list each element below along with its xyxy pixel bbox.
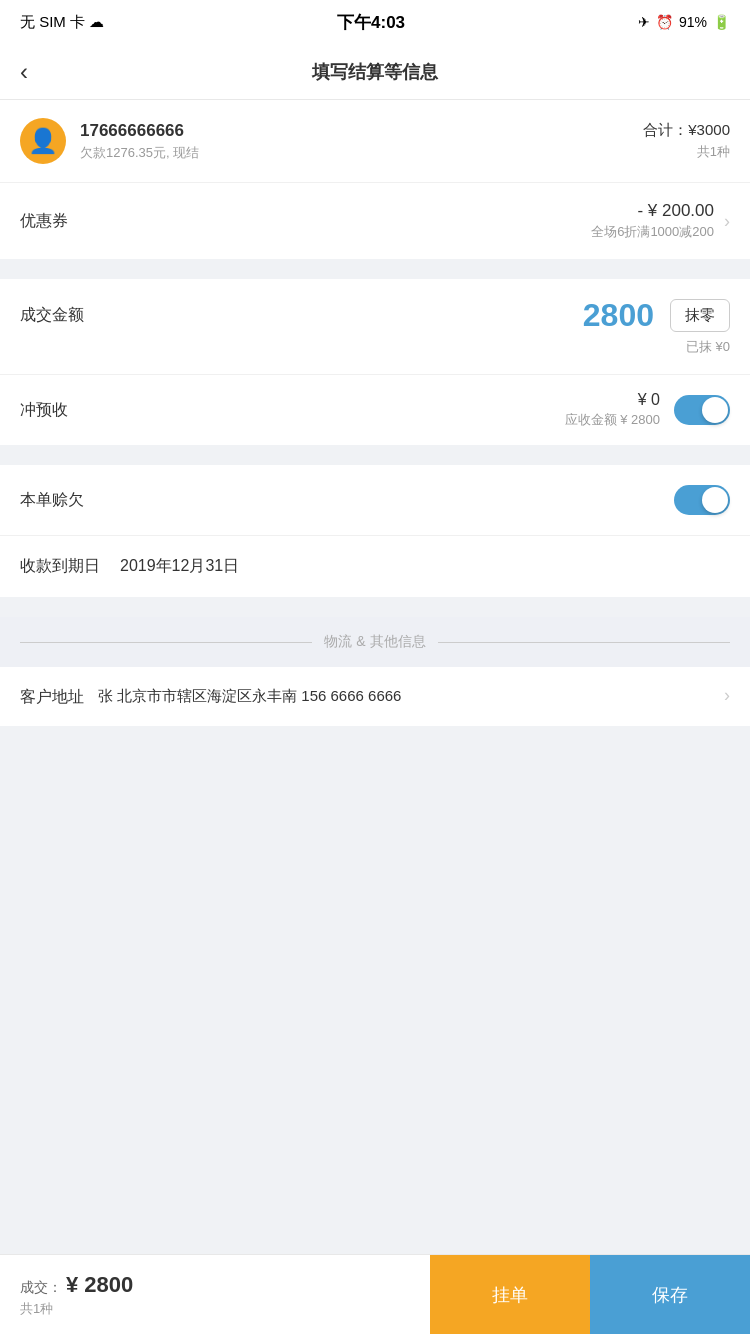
coupon-right: - ¥ 200.00 全场6折满1000减200 › bbox=[591, 201, 730, 241]
prepay-right: ¥ 0 应收金额 ¥ 2800 bbox=[565, 391, 730, 429]
battery-label: 91% bbox=[679, 14, 707, 30]
status-right: ✈ ⏰ 91% 🔋 bbox=[638, 14, 730, 30]
nav-bar: ‹ 填写结算等信息 bbox=[0, 44, 750, 100]
bottom-summary: 成交： ¥ 2800 共1种 bbox=[0, 1255, 430, 1334]
status-time: 下午4:03 bbox=[337, 11, 405, 34]
due-date-label: 收款到期日 bbox=[20, 556, 100, 577]
location-icon: ✈ bbox=[638, 14, 650, 30]
defer-section: 本单赊欠 bbox=[0, 465, 750, 535]
amount-erased: 已抹 ¥0 bbox=[20, 338, 730, 356]
battery-icon: 🔋 bbox=[713, 14, 730, 30]
sim-label: 无 SIM 卡 ☁ bbox=[20, 13, 104, 32]
amount-card: 成交金额 2800 抹零 已抹 ¥0 冲预收 ¥ 0 应收金额 ¥ 2800 bbox=[0, 279, 750, 445]
defer-card: 本单赊欠 收款到期日 2019年12月31日 bbox=[0, 465, 750, 597]
defer-label: 本单赊欠 bbox=[20, 490, 84, 511]
gap-3 bbox=[0, 607, 750, 617]
page-title: 填写结算等信息 bbox=[312, 60, 438, 84]
due-date-value: 2019年12月31日 bbox=[120, 556, 239, 577]
coupon-sub: 全场6折满1000减200 bbox=[591, 223, 714, 241]
amount-right: 2800 抹零 bbox=[583, 297, 730, 334]
coupon-label: 优惠券 bbox=[20, 211, 68, 232]
gray-spacer bbox=[0, 726, 750, 926]
due-row: 收款到期日 2019年12月31日 bbox=[20, 556, 730, 577]
prepay-sub: 应收金额 ¥ 2800 bbox=[565, 411, 660, 429]
defer-toggle[interactable] bbox=[674, 485, 730, 515]
prepay-toggle[interactable] bbox=[674, 395, 730, 425]
customer-row: 👤 17666666666 欠款1276.35元, 现结 合计：¥3000 共1… bbox=[0, 100, 750, 182]
customer-card: 👤 17666666666 欠款1276.35元, 现结 合计：¥3000 共1… bbox=[0, 100, 750, 259]
gap-1 bbox=[0, 269, 750, 279]
logistics-line-right bbox=[438, 642, 730, 643]
status-left: 无 SIM 卡 ☁ bbox=[20, 13, 104, 32]
address-label: 客户地址 bbox=[20, 687, 84, 708]
amount-label: 成交金额 bbox=[20, 305, 84, 326]
prepay-section: 冲预收 ¥ 0 应收金额 ¥ 2800 bbox=[0, 374, 750, 445]
customer-info: 17666666666 欠款1276.35元, 现结 bbox=[80, 121, 199, 162]
logistics-label: 物流 & 其他信息 bbox=[324, 633, 425, 651]
prepay-label: 冲预收 bbox=[20, 400, 68, 421]
back-button[interactable]: ‹ bbox=[20, 58, 28, 86]
bottom-bar: 成交： ¥ 2800 共1种 挂单 保存 bbox=[0, 1254, 750, 1334]
due-section: 收款到期日 2019年12月31日 bbox=[0, 535, 750, 597]
bottom-deal-label: 成交： ¥ 2800 bbox=[20, 1272, 410, 1298]
customer-left: 👤 17666666666 欠款1276.35元, 现结 bbox=[20, 118, 199, 164]
total-label: 合计：¥3000 bbox=[643, 121, 730, 140]
gap-2 bbox=[0, 455, 750, 465]
coupon-row[interactable]: 优惠券 - ¥ 200.00 全场6折满1000减200 › bbox=[0, 182, 750, 259]
avatar: 👤 bbox=[20, 118, 66, 164]
prepay-value-group: ¥ 0 应收金额 ¥ 2800 bbox=[565, 391, 660, 429]
bottom-padding bbox=[0, 926, 750, 1006]
customer-right: 合计：¥3000 共1种 bbox=[643, 121, 730, 161]
coupon-value: - ¥ 200.00 bbox=[591, 201, 714, 221]
status-bar: 无 SIM 卡 ☁ 下午4:03 ✈ ⏰ 91% 🔋 bbox=[0, 0, 750, 44]
avatar-icon: 👤 bbox=[28, 127, 58, 155]
save-button[interactable]: 保存 bbox=[590, 1255, 750, 1334]
count-label: 共1种 bbox=[643, 143, 730, 161]
address-chevron-icon: › bbox=[724, 685, 730, 706]
customer-phone: 17666666666 bbox=[80, 121, 199, 141]
prepay-amount: ¥ 0 bbox=[565, 391, 660, 409]
bottom-count: 共1种 bbox=[20, 1300, 410, 1318]
clock-icon: ⏰ bbox=[656, 14, 673, 30]
amount-row: 成交金额 2800 抹零 bbox=[20, 297, 730, 334]
amount-number: 2800 bbox=[583, 297, 654, 334]
round-button[interactable]: 抹零 bbox=[670, 299, 730, 332]
address-section[interactable]: 客户地址 张 北京市市辖区海淀区永丰南 156 6666 6666 › bbox=[0, 667, 750, 726]
logistics-header: 物流 & 其他信息 bbox=[0, 617, 750, 667]
amount-section: 成交金额 2800 抹零 已抹 ¥0 bbox=[0, 279, 750, 374]
hang-button[interactable]: 挂单 bbox=[430, 1255, 590, 1334]
customer-debt: 欠款1276.35元, 现结 bbox=[80, 144, 199, 162]
prepay-row: 冲预收 ¥ 0 应收金额 ¥ 2800 bbox=[20, 391, 730, 429]
bottom-amount: ¥ 2800 bbox=[66, 1272, 133, 1297]
logistics-line-left bbox=[20, 642, 312, 643]
address-value: 张 北京市市辖区海淀区永丰南 156 6666 6666 bbox=[98, 685, 710, 708]
coupon-value-group: - ¥ 200.00 全场6折满1000减200 bbox=[591, 201, 714, 241]
content: 👤 17666666666 欠款1276.35元, 现结 合计：¥3000 共1… bbox=[0, 100, 750, 1006]
coupon-chevron-icon: › bbox=[724, 211, 730, 232]
